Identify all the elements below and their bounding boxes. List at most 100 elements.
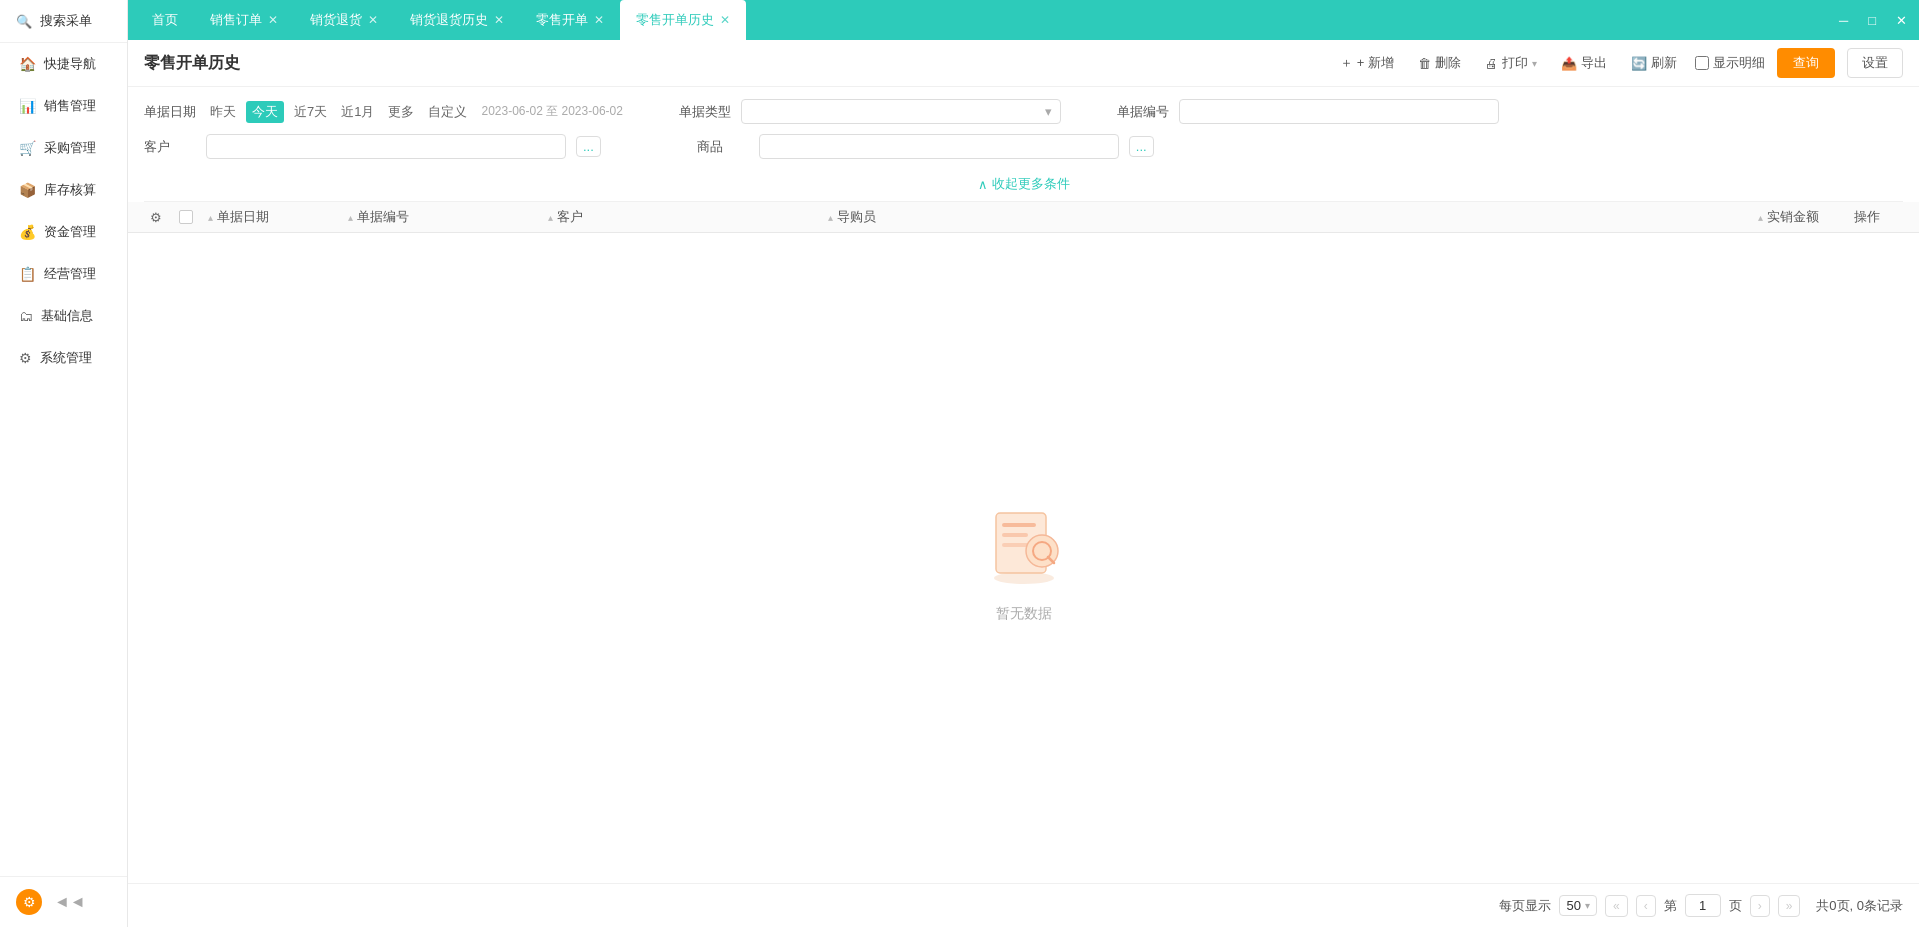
sidebar-item-operation[interactable]: 📋 经营管理 — [0, 253, 127, 295]
filter-row-1: 单据日期 昨天 今天 近7天 近1月 更多 自定义 2023-06-02 至 2… — [144, 99, 1903, 124]
collapse-filter-button[interactable]: ∧ 收起更多条件 — [144, 169, 1903, 202]
money-icon: 💰 — [19, 224, 36, 240]
goods-filter-dots[interactable]: ... — [1129, 136, 1154, 157]
sort-up-icon: ▴ — [208, 212, 213, 223]
close-button[interactable]: ✕ — [1892, 13, 1911, 28]
svg-point-0 — [994, 572, 1054, 584]
page-content: 零售开单历史 ＋ + 新增 🗑 删除 🖨 打印 ▾ 📤 导出 — [128, 40, 1919, 927]
prev-page-button[interactable]: ‹ — [1636, 895, 1656, 917]
sidebar-item-sys-mgmt[interactable]: ⚙ 系统管理 — [0, 337, 127, 379]
sidebar-item-label: 系统管理 — [40, 349, 92, 367]
type-filter-label: 单据类型 — [679, 103, 735, 121]
tab-retail-open[interactable]: 零售开单 ✕ — [520, 0, 620, 40]
tab-sales-return-close[interactable]: ✕ — [368, 13, 378, 27]
last-page-button[interactable]: » — [1778, 895, 1801, 917]
sidebar-item-basic-info[interactable]: 🗂 基础信息 — [0, 295, 127, 337]
tab-retail-open-close[interactable]: ✕ — [594, 13, 604, 27]
column-settings-button[interactable]: ⚙ — [140, 210, 172, 225]
export-button[interactable]: 📤 导出 — [1555, 50, 1613, 76]
col-num-label: 单据编号 — [357, 208, 409, 226]
main-area: 首页 销售订单 ✕ 销货退货 ✕ 销货退货历史 ✕ 零售开单 ✕ 零售开单历史 … — [128, 0, 1919, 927]
export-icon: 📤 — [1561, 56, 1577, 71]
sort-guide-icon: ▴ — [828, 212, 833, 223]
empty-text: 暂无数据 — [996, 605, 1052, 623]
goods-filter-input[interactable] — [759, 134, 1119, 159]
settings-button-toolbar[interactable]: 设置 — [1847, 48, 1903, 78]
date-options: 昨天 今天 近7天 近1月 更多 自定义 2023-06-02 至 2023-0… — [206, 101, 623, 123]
sidebar-item-sales-mgmt[interactable]: 📊 销售管理 — [0, 85, 127, 127]
date-option-7days[interactable]: 近7天 — [290, 101, 331, 123]
sidebar-item-label: 库存核算 — [44, 181, 96, 199]
tab-retail-history-label: 零售开单历史 — [636, 11, 714, 29]
col-op-label: 操作 — [1854, 208, 1880, 226]
customer-filter-input[interactable] — [206, 134, 566, 159]
query-button[interactable]: 查询 — [1777, 48, 1835, 78]
minimize-button[interactable]: ─ — [1835, 13, 1852, 28]
type-select[interactable]: ▾ — [741, 99, 1061, 124]
show-detail-checkbox[interactable] — [1695, 56, 1709, 70]
maximize-button[interactable]: □ — [1864, 13, 1880, 28]
collapse-sidebar-button[interactable]: ◄◄ — [54, 893, 86, 911]
toolbar: 零售开单历史 ＋ + 新增 🗑 删除 🖨 打印 ▾ 📤 导出 — [128, 40, 1919, 87]
tab-sales-return[interactable]: 销货退货 ✕ — [294, 0, 394, 40]
tab-retail-history-close[interactable]: ✕ — [720, 13, 730, 27]
col-header-amount[interactable]: ▴ 实销金额 — [1707, 208, 1827, 226]
next-page-button[interactable]: › — [1750, 895, 1770, 917]
print-arrow-icon: ▾ — [1532, 58, 1537, 69]
col-header-guide[interactable]: ▴ 导购员 — [820, 208, 940, 226]
col-customer-label: 客户 — [557, 208, 583, 226]
refresh-icon: 🔄 — [1631, 56, 1647, 71]
date-option-yesterday[interactable]: 昨天 — [206, 101, 240, 123]
tab-home[interactable]: 首页 — [136, 0, 194, 40]
home-icon: 🏠 — [19, 56, 36, 72]
num-filter-input[interactable] — [1179, 99, 1499, 124]
sort-amount-icon: ▴ — [1758, 212, 1763, 223]
print-button[interactable]: 🖨 打印 ▾ — [1479, 50, 1543, 76]
settings-icon: ⚙ — [19, 350, 32, 366]
settings-button[interactable]: ⚙ — [16, 889, 42, 915]
first-page-button[interactable]: « — [1605, 895, 1628, 917]
tab-sales-return-history-close[interactable]: ✕ — [494, 13, 504, 27]
table-header: ⚙ ▴ 单据日期 ▴ 单据编号 ▴ 客户 ▴ — [128, 202, 1919, 233]
col-header-num[interactable]: ▴ 单据编号 — [340, 208, 540, 226]
collapse-up-icon: ∧ — [978, 177, 988, 192]
tab-sales-return-history[interactable]: 销货退货历史 ✕ — [394, 0, 520, 40]
page-prefix-label: 第 — [1664, 897, 1677, 915]
empty-icon — [974, 493, 1074, 593]
date-filter: 单据日期 昨天 今天 近7天 近1月 更多 自定义 2023-06-02 至 2… — [144, 101, 623, 123]
refresh-button[interactable]: 🔄 刷新 — [1625, 50, 1683, 76]
page-number-input[interactable] — [1685, 894, 1721, 917]
tab-sales-order-close[interactable]: ✕ — [268, 13, 278, 27]
type-filter: 单据类型 ▾ — [679, 99, 1061, 124]
customer-filter-dots[interactable]: ... — [576, 136, 601, 157]
delete-button[interactable]: 🗑 删除 — [1412, 50, 1467, 76]
sidebar-item-purchase-mgmt[interactable]: 🛒 采购管理 — [0, 127, 127, 169]
add-button[interactable]: ＋ + 新增 — [1334, 50, 1400, 76]
goods-filter-label: 商品 — [697, 138, 753, 156]
page-title: 零售开单历史 — [144, 53, 1334, 74]
sidebar-item-inventory[interactable]: 📦 库存核算 — [0, 169, 127, 211]
tab-sales-order[interactable]: 销售订单 ✕ — [194, 0, 294, 40]
date-option-more[interactable]: 更多 — [384, 101, 418, 123]
sidebar-item-label: 经营管理 — [44, 265, 96, 283]
show-detail-toggle[interactable]: 显示明细 — [1695, 54, 1765, 72]
tab-retail-history[interactable]: 零售开单历史 ✕ — [620, 0, 746, 40]
date-option-1month[interactable]: 近1月 — [337, 101, 378, 123]
window-controls: ─ □ ✕ — [1835, 13, 1911, 28]
sidebar-item-quick-nav[interactable]: 🏠 快捷导航 — [0, 43, 127, 85]
col-amount-label: 实销金额 — [1767, 208, 1819, 226]
col-guide-label: 导购员 — [837, 208, 876, 226]
chart-icon: 📊 — [19, 98, 36, 114]
sidebar-item-finance[interactable]: 💰 资金管理 — [0, 211, 127, 253]
settings-label: 设置 — [1862, 55, 1888, 70]
sidebar-item-label: 基础信息 — [41, 307, 93, 325]
date-option-custom[interactable]: 自定义 — [424, 101, 471, 123]
search-menu-item[interactable]: 🔍 搜索采单 — [0, 0, 127, 43]
col-header-date[interactable]: ▴ 单据日期 — [200, 208, 340, 226]
search-label: 搜索采单 — [40, 12, 92, 30]
date-option-today[interactable]: 今天 — [246, 101, 284, 123]
col-header-customer[interactable]: ▴ 客户 — [540, 208, 820, 226]
per-page-select[interactable]: 50 ▾ — [1559, 895, 1596, 916]
goods-filter: 商品 ... — [697, 134, 1154, 159]
select-all-checkbox[interactable] — [172, 210, 200, 224]
